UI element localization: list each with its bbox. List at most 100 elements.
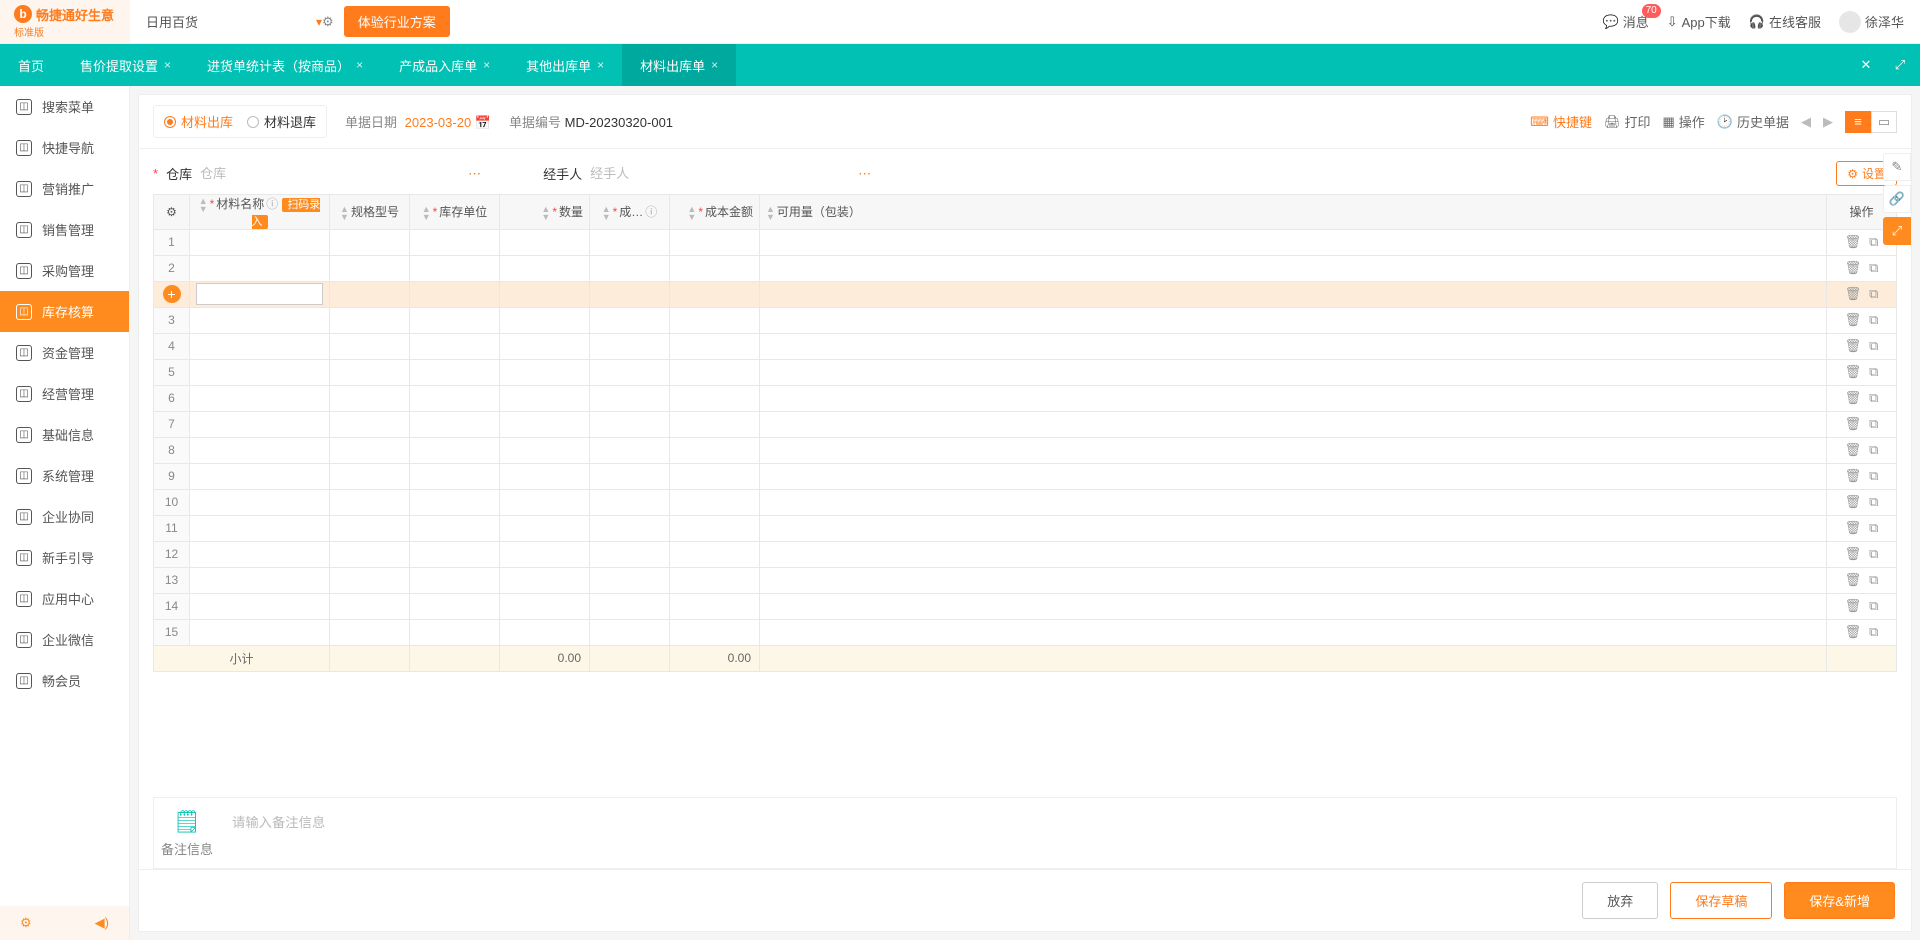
row-copy-icon[interactable]: ⧉ [1869,442,1878,457]
table-row[interactable]: 8🗑⧉ [154,437,1897,463]
print-button[interactable]: 🖨打印 [1604,112,1651,131]
row-copy-icon[interactable]: ⧉ [1869,546,1878,561]
sidebar-item-2[interactable]: ◫营销推广 [0,168,129,209]
tab-5[interactable]: 材料出库单× [622,44,736,86]
prev-doc-button[interactable]: ◀ [1801,114,1811,130]
row-delete-icon[interactable]: 🗑 [1845,234,1862,249]
row-copy-icon[interactable]: ⧉ [1869,572,1878,587]
table-row[interactable]: 14🗑⧉ [154,593,1897,619]
col-amount[interactable]: 成本金额 [705,205,753,219]
next-doc-button[interactable]: ▶ [1823,114,1833,130]
tab-4[interactable]: 其他出库单× [508,44,622,86]
rail-expand-icon[interactable]: ⤢ [1883,217,1911,245]
col-qty[interactable]: 数量 [559,205,583,219]
sidebar-item-11[interactable]: ◫新手引导 [0,537,129,578]
tab-0[interactable]: 首页 [0,44,62,86]
tab-2[interactable]: 进货单统计表（按商品）× [189,44,381,86]
table-row[interactable]: 6🗑⧉ [154,385,1897,411]
save-new-button[interactable]: 保存&新增 [1784,882,1895,919]
table-row[interactable]: 3🗑⧉ [154,307,1897,333]
app-download-button[interactable]: ⇩ App下载 [1667,12,1731,31]
sidebar-item-13[interactable]: ◫企业微信 [0,619,129,660]
sidebar-item-1[interactable]: ◫快捷导航 [0,127,129,168]
tabs-close-button[interactable]: ✕ [1852,51,1880,79]
row-delete-icon[interactable]: 🗑 [1845,364,1862,379]
rail-note-icon[interactable]: ✎ [1883,153,1911,181]
table-row[interactable]: 7🗑⧉ [154,411,1897,437]
view-card-button[interactable]: ▭ [1871,111,1897,133]
category-settings-icon[interactable]: ⚙ [322,14,334,30]
row-copy-icon[interactable]: ⧉ [1869,312,1878,327]
sidebar-collapse-icon[interactable]: ◀) [95,915,109,931]
handler-input[interactable] [590,166,850,181]
handler-lookup-icon[interactable]: ⋯ [858,166,873,182]
row-copy-icon[interactable]: ⧉ [1869,416,1878,431]
view-list-button[interactable]: ≡ [1845,111,1871,133]
sidebar-item-10[interactable]: ◫企业协同 [0,496,129,537]
info-icon[interactable]: ⓘ [266,197,278,211]
row-delete-icon[interactable]: 🗑 [1845,286,1862,301]
table-row[interactable]: 11🗑⧉ [154,515,1897,541]
row-copy-icon[interactable]: ⧉ [1869,624,1878,639]
tab-close-icon[interactable]: × [483,58,490,72]
row-delete-icon[interactable]: 🗑 [1845,312,1862,327]
remarks-input[interactable] [220,798,1896,868]
row-delete-icon[interactable]: 🗑 [1845,598,1862,613]
table-row[interactable]: 15🗑⧉ [154,619,1897,645]
sidebar-item-9[interactable]: ◫系统管理 [0,455,129,496]
row-copy-icon[interactable]: ⧉ [1869,494,1878,509]
tab-3[interactable]: 产成品入库单× [381,44,508,86]
tab-1[interactable]: 售价提取设置× [62,44,189,86]
table-row[interactable]: 1🗑⧉ [154,229,1897,255]
radio-material-out[interactable]: 材料出库 [164,112,233,131]
row-copy-icon[interactable]: ⧉ [1869,468,1878,483]
sidebar-item-12[interactable]: ◫应用中心 [0,578,129,619]
row-copy-icon[interactable]: ⧉ [1869,286,1878,301]
sidebar-item-7[interactable]: ◫经营管理 [0,373,129,414]
table-row[interactable]: 13🗑⧉ [154,567,1897,593]
row-delete-icon[interactable]: 🗑 [1845,390,1862,405]
row-copy-icon[interactable]: ⧉ [1869,390,1878,405]
row-copy-icon[interactable]: ⧉ [1869,520,1878,535]
table-settings-icon[interactable]: ⚙ [166,205,177,219]
row-copy-icon[interactable]: ⧉ [1869,598,1878,613]
row-delete-icon[interactable]: 🗑 [1845,338,1862,353]
date-value[interactable]: 2023-03-20 [405,115,472,130]
col-material[interactable]: 材料名称 [216,197,264,211]
save-draft-button[interactable]: 保存草稿 [1670,882,1772,919]
warehouse-input[interactable] [200,166,460,181]
col-cost[interactable]: 成… [619,205,643,219]
cta-button[interactable]: 体验行业方案 [344,6,450,37]
row-delete-icon[interactable]: 🗑 [1845,572,1862,587]
sidebar-item-0[interactable]: ◫搜索菜单 [0,86,129,127]
sidebar-settings-icon[interactable]: ⚙ [20,915,32,931]
info-icon[interactable]: ⓘ [645,205,657,219]
row-delete-icon[interactable]: 🗑 [1845,416,1862,431]
sidebar-item-8[interactable]: ◫基础信息 [0,414,129,455]
table-row[interactable]: 10🗑⧉ [154,489,1897,515]
table-row[interactable]: 9🗑⧉ [154,463,1897,489]
row-delete-icon[interactable]: 🗑 [1845,442,1862,457]
sidebar-item-4[interactable]: ◫采购管理 [0,250,129,291]
col-spec[interactable]: 规格型号 [351,205,399,219]
table-row[interactable]: 5🗑⧉ [154,359,1897,385]
support-button[interactable]: 🎧 在线客服 [1749,12,1821,31]
warehouse-lookup-icon[interactable]: ⋯ [468,166,483,182]
sidebar-item-5[interactable]: ◫库存核算 [0,291,129,332]
table-row[interactable]: + 🗑 ⧉ [154,281,1897,307]
discard-button[interactable]: 放弃 [1582,882,1658,919]
row-copy-icon[interactable]: ⧉ [1869,364,1878,379]
material-input[interactable] [196,283,323,305]
tab-close-icon[interactable]: × [597,58,604,72]
tab-close-icon[interactable]: × [356,58,363,72]
calendar-icon[interactable]: 📅 [475,115,491,130]
row-delete-icon[interactable]: 🗑 [1845,494,1862,509]
add-row-button[interactable]: + [163,285,181,303]
col-unit[interactable]: 库存单位 [439,205,487,219]
tab-close-icon[interactable]: × [164,58,171,72]
row-delete-icon[interactable]: 🗑 [1845,624,1862,639]
row-copy-icon[interactable]: ⧉ [1869,234,1878,249]
operate-button[interactable]: ▦操作 [1662,112,1704,131]
rail-link-icon[interactable]: 🔗 [1883,185,1911,213]
tabs-expand-button[interactable]: ⤢ [1886,51,1914,79]
